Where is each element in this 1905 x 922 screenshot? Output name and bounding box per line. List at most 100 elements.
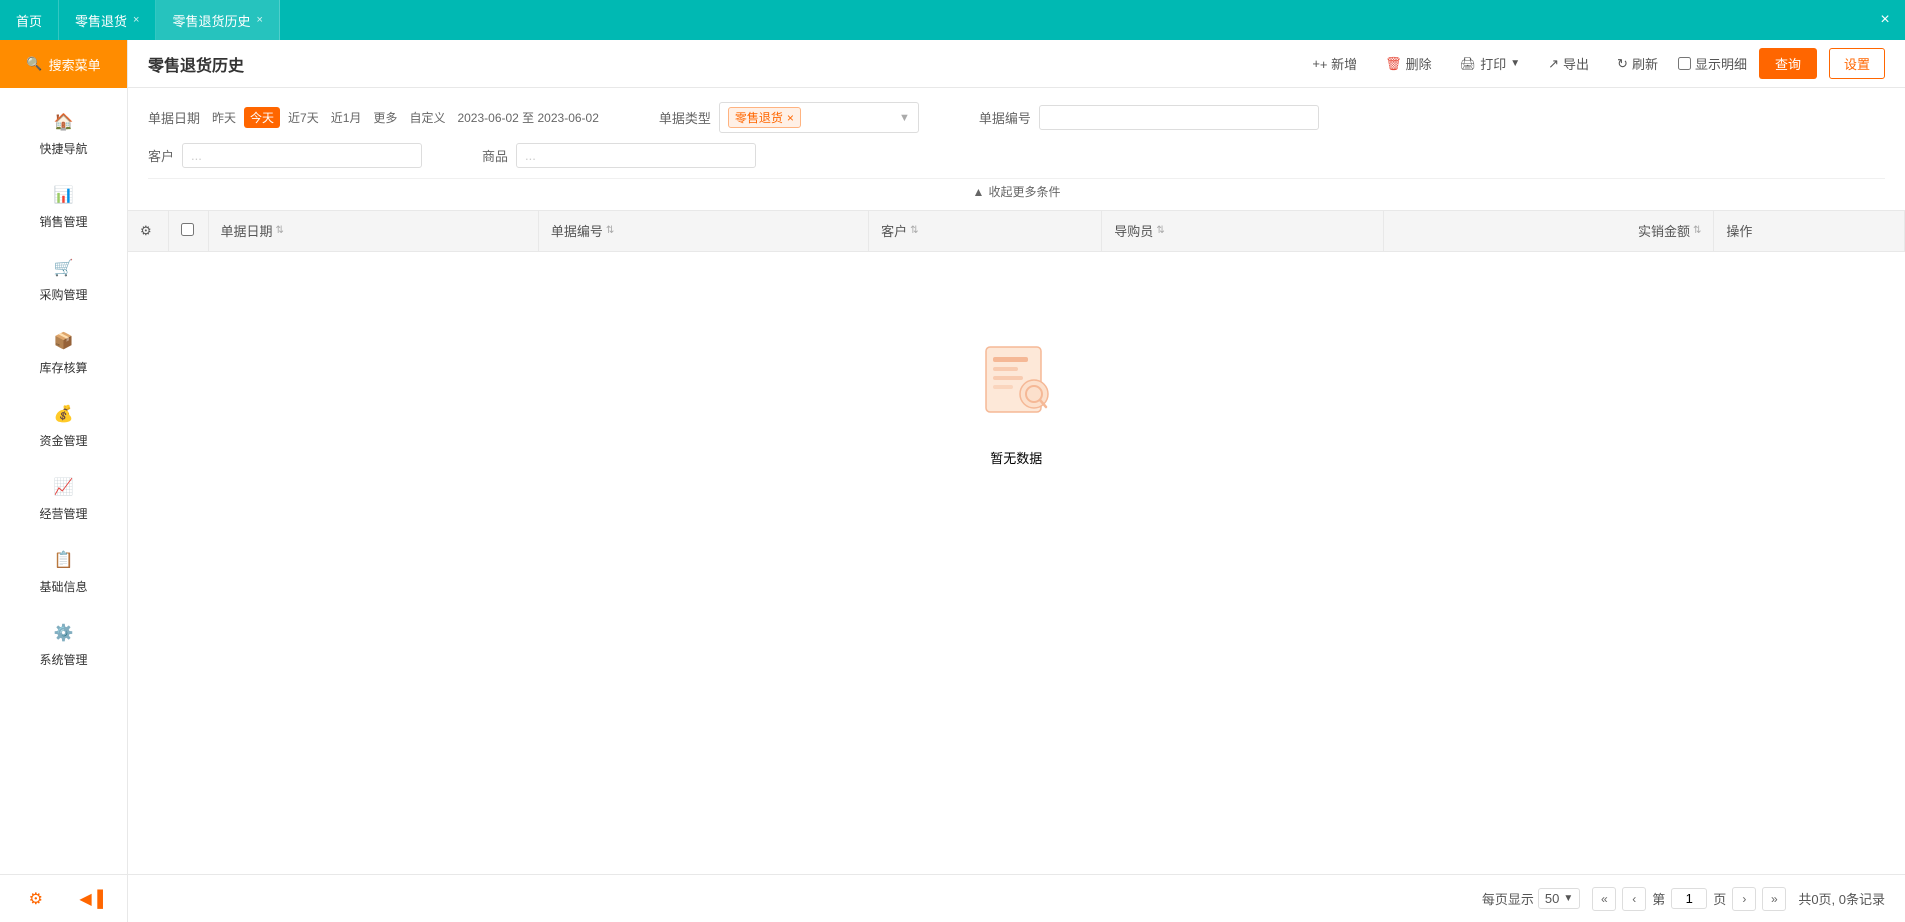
goods-select[interactable]: ... (516, 143, 756, 168)
doc-no-input[interactable] (1039, 105, 1319, 130)
sidebar-item-purchase[interactable]: 🛒 采购管理 (0, 242, 127, 315)
per-page-select[interactable]: 50 ▼ (1538, 888, 1580, 909)
data-table: ⚙ 单据日期 ⇅ 单据编号 (128, 211, 1905, 547)
sidebar-search-label: 搜索菜单 (49, 55, 101, 74)
th-guide[interactable]: 导购员 ⇅ (1102, 211, 1384, 251)
tab-home-label: 首页 (16, 11, 42, 30)
sidebar-item-purchase-label: 采购管理 (39, 286, 87, 303)
inventory-icon: 📦 (50, 327, 78, 355)
sidebar-bottom: ⚙ ◀▐ (0, 874, 127, 922)
per-page-label: 每页显示 (1482, 889, 1534, 908)
first-page-button[interactable]: « (1592, 887, 1616, 911)
pagination-bar: 每页显示 50 ▼ « ‹ 第 页 › » 共0页, 0条记录 (128, 874, 1905, 922)
collapse-icon: ▲ (973, 185, 985, 199)
sidebar-item-base-info-label: 基础信息 (39, 578, 87, 595)
add-icon: + (1312, 56, 1320, 71)
th-customer-label: 客户 (881, 221, 907, 240)
doc-type-filter: 单据类型 零售退货 × ▼ (659, 102, 919, 133)
date-btn-1month[interactable]: 近1月 (327, 107, 366, 128)
th-amount-label: 实销金额 (1638, 221, 1690, 240)
per-page-value: 50 (1545, 891, 1559, 906)
sidebar-item-sales[interactable]: 📊 销售管理 (0, 169, 127, 242)
doc-type-select[interactable]: 零售退货 × ▼ (719, 102, 919, 133)
tab-retail-return-history-label: 零售退货历史 (172, 11, 250, 30)
sort-doc-no-icon: ⇅ (606, 225, 614, 236)
page-header: 零售退货历史 + + 新增 🗑 删除 🖨 打印 ▼ ↗ 导出 (128, 40, 1905, 88)
print-icon: 🖨 (1460, 56, 1477, 72)
date-filter: 单据日期 昨天 今天 近7天 近1月 更多 自定义 2023-06-02 至 2… (148, 107, 599, 128)
sidebar-item-system[interactable]: ⚙️ 系统管理 (0, 607, 127, 680)
filter-row-1: 单据日期 昨天 今天 近7天 近1月 更多 自定义 2023-06-02 至 2… (148, 102, 1885, 133)
tab-retail-return[interactable]: 零售退货 × (59, 0, 156, 40)
th-checkbox[interactable] (168, 211, 208, 251)
th-doc-no[interactable]: 单据编号 ⇅ (538, 211, 868, 251)
doc-type-tag-close[interactable]: × (787, 111, 794, 125)
export-button[interactable]: ↗ 导出 (1540, 50, 1597, 77)
tab-retail-return-history[interactable]: 零售退货历史 × (156, 0, 279, 40)
goods-placeholder: ... (525, 148, 536, 163)
empty-state: 暂无数据 (128, 252, 1905, 547)
tab-retail-return-history-close[interactable]: × (256, 14, 262, 26)
prev-page-button[interactable]: ‹ (1622, 887, 1646, 911)
sidebar-item-operations[interactable]: 📈 经营管理 (0, 461, 127, 534)
table-header: ⚙ 单据日期 ⇅ 单据编号 (128, 211, 1905, 251)
tab-retail-return-close[interactable]: × (133, 14, 139, 26)
th-customer[interactable]: 客户 ⇅ (869, 211, 1102, 251)
page-title: 零售退货历史 (148, 52, 244, 76)
customer-placeholder: ... (191, 148, 202, 163)
goods-filter: 商品 ... (482, 143, 756, 168)
add-button[interactable]: + + 新增 (1304, 50, 1365, 77)
sidebar-item-inventory[interactable]: 📦 库存核算 (0, 315, 127, 388)
date-btn-more[interactable]: 更多 (369, 107, 401, 128)
th-doc-date-label: 单据日期 (221, 221, 273, 240)
th-doc-no-label: 单据编号 (551, 221, 603, 240)
sidebar-item-operations-label: 经营管理 (39, 505, 87, 522)
tab-home[interactable]: 首页 (0, 0, 59, 40)
th-settings[interactable]: ⚙ (128, 211, 168, 251)
query-button[interactable]: 查询 (1759, 48, 1817, 79)
sidebar-item-base-info[interactable]: 📋 基础信息 (0, 534, 127, 607)
window-close-button[interactable]: × (1865, 0, 1905, 40)
next-page-button[interactable]: › (1732, 887, 1756, 911)
date-btn-today[interactable]: 今天 (244, 107, 280, 128)
date-filter-label: 单据日期 (148, 108, 200, 127)
date-btn-custom[interactable]: 自定义 (405, 107, 449, 128)
tab-list: 首页 零售退货 × 零售退货历史 × (0, 0, 1865, 40)
th-amount[interactable]: 实销金额 ⇅ (1384, 211, 1714, 251)
customer-select[interactable]: ... (182, 143, 422, 168)
date-btn-7days[interactable]: 近7天 (284, 107, 323, 128)
last-page-button[interactable]: » (1762, 887, 1786, 911)
show-detail-checkbox-label[interactable]: 显示明细 (1678, 54, 1747, 73)
sidebar-item-finance[interactable]: 💰 资金管理 (0, 388, 127, 461)
th-action: 操作 (1714, 211, 1905, 251)
purchase-icon: 🛒 (50, 254, 78, 282)
sidebar-item-quick-nav[interactable]: 🏠 快捷导航 (0, 96, 127, 169)
sidebar-item-system-label: 系统管理 (39, 651, 87, 668)
sidebar-nav: 🏠 快捷导航 📊 销售管理 🛒 采购管理 📦 库存核算 💰 资金管理 📈 (0, 88, 127, 874)
page-nav: « ‹ 第 页 › » (1592, 887, 1786, 911)
date-btn-yesterday[interactable]: 昨天 (208, 107, 240, 128)
customer-filter: 客户 ... (148, 143, 422, 168)
date-filter-buttons: 昨天 今天 近7天 近1月 更多 自定义 (208, 107, 449, 128)
collapse-more-button[interactable]: ▲ 收起更多条件 (148, 178, 1885, 204)
header-actions: + + 新增 🗑 删除 🖨 打印 ▼ ↗ 导出 ↻ (1304, 48, 1885, 79)
speaker-button[interactable]: ◀▐ (75, 883, 107, 915)
sidebar-search[interactable]: 🔍 搜索菜单 (0, 40, 127, 88)
settings-button-header[interactable]: 设置 (1829, 48, 1885, 79)
delete-icon: 🗑 (1385, 56, 1402, 72)
settings-button[interactable]: ⚙ (20, 883, 52, 915)
delete-button[interactable]: 🗑 删除 (1377, 50, 1440, 77)
sidebar: 🔍 搜索菜单 🏠 快捷导航 📊 销售管理 🛒 采购管理 📦 库存核算 💰 (0, 40, 128, 922)
th-doc-date[interactable]: 单据日期 ⇅ (208, 211, 538, 251)
select-all-checkbox[interactable] (181, 223, 194, 236)
page-label: 第 (1652, 889, 1665, 908)
settings-icon: ⚙ (140, 223, 152, 238)
refresh-button[interactable]: ↻ 刷新 (1609, 50, 1666, 77)
finance-icon: 💰 (50, 400, 78, 428)
page-number-input[interactable] (1671, 888, 1707, 909)
operations-icon: 📈 (50, 473, 78, 501)
print-button[interactable]: 🖨 打印 ▼ (1452, 50, 1528, 77)
customer-filter-label: 客户 (148, 146, 174, 165)
show-detail-checkbox[interactable] (1678, 57, 1691, 70)
doc-type-dropdown-icon: ▼ (899, 112, 910, 124)
